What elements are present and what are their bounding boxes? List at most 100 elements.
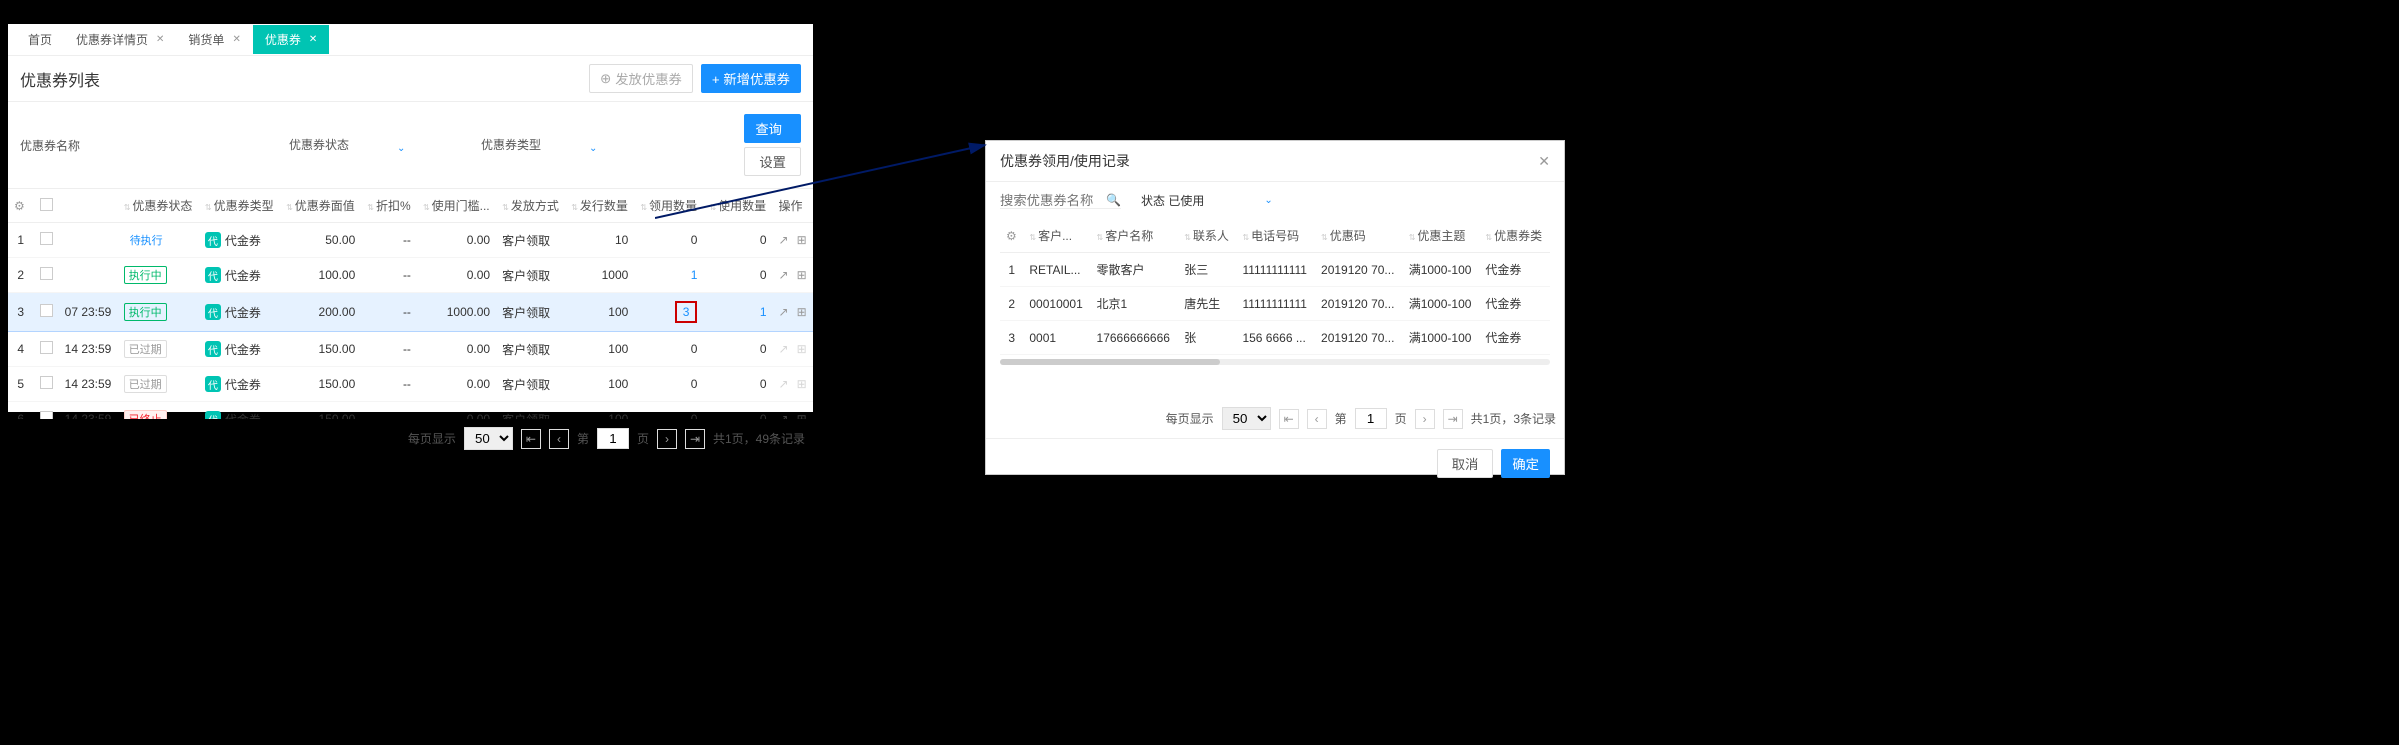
col-contact[interactable]: ⇅联系人	[1178, 219, 1236, 253]
status-badge: 执行中	[124, 266, 167, 284]
tab-首页[interactable]: 首页	[16, 25, 64, 54]
usage-table: ⚙ ⇅客户... ⇅客户名称 ⇅联系人 ⇅电话号码 ⇅优惠码 ⇅优惠主题 ⇅优惠…	[1000, 219, 1550, 355]
modal-per-page-select[interactable]: 50	[1222, 407, 1271, 430]
filter-type-select[interactable]: ⌄	[549, 143, 649, 154]
row-checkbox[interactable]	[40, 232, 53, 245]
type-badge-icon: 代	[205, 304, 221, 320]
col-use[interactable]: ⇅使用数量	[703, 189, 772, 223]
claim-link[interactable]: 1	[691, 268, 698, 282]
type-badge-icon: 代	[205, 341, 221, 357]
filter-name-input[interactable]	[88, 138, 265, 154]
row-checkbox[interactable]	[40, 411, 53, 419]
type-badge-icon: 代	[205, 267, 221, 283]
row-checkbox[interactable]	[40, 341, 53, 354]
checkbox-icon[interactable]	[40, 198, 53, 211]
export-icon[interactable]: ↗	[779, 233, 789, 247]
col-subject[interactable]: ⇅优惠主题	[1403, 219, 1480, 253]
qr-icon[interactable]: ⊞	[797, 268, 807, 282]
chevron-down-icon: ⌄	[397, 143, 405, 154]
table-row[interactable]: 4 14 23:59 已过期 代代金券 150.00 -- 0.00 客户领取 …	[8, 332, 813, 367]
export-icon: ↗	[779, 377, 789, 391]
col-claim[interactable]: ⇅领用数量	[634, 189, 703, 223]
search-icon[interactable]: 🔍	[1106, 193, 1121, 207]
col-code[interactable]: ⇅优惠码	[1315, 219, 1403, 253]
close-icon[interactable]: ✕	[156, 34, 164, 45]
modal-next-page[interactable]: ›	[1415, 409, 1435, 429]
confirm-button[interactable]: 确定	[1501, 449, 1550, 478]
col-threshold[interactable]: ⇅使用门槛...	[417, 189, 496, 223]
modal-title: 优惠券领用/使用记录	[1000, 151, 1130, 171]
next-page-button[interactable]: ›	[657, 429, 677, 449]
row-checkbox[interactable]	[40, 267, 53, 280]
modal-status-select[interactable]: 已使用 ⌄	[1168, 192, 1272, 209]
export-icon: ↗	[779, 412, 789, 419]
chevron-down-icon: ⌄	[1264, 195, 1272, 206]
status-badge: 执行中	[124, 303, 167, 321]
status-badge: 已终止	[124, 410, 167, 419]
type-badge-icon: 代	[205, 376, 221, 392]
col-type[interactable]: ⇅优惠券类型	[199, 189, 280, 223]
col-phone[interactable]: ⇅电话号码	[1236, 219, 1315, 253]
first-page-button[interactable]: ⇤	[521, 429, 541, 449]
col-issue[interactable]: ⇅发行数量	[565, 189, 634, 223]
per-page-select[interactable]: 50	[464, 427, 513, 450]
col-cust-code[interactable]: ⇅客户...	[1023, 219, 1090, 253]
qr-icon[interactable]: ⊞	[797, 233, 807, 247]
table-row[interactable]: 2 执行中 代代金券 100.00 -- 0.00 客户领取 1000 1 0 …	[8, 258, 813, 293]
col-type[interactable]: ⇅优惠券类	[1479, 219, 1550, 253]
col-check[interactable]	[34, 189, 59, 223]
add-coupon-button[interactable]: + 新增优惠券	[701, 64, 801, 93]
cancel-button[interactable]: 取消	[1437, 449, 1494, 478]
query-button[interactable]: 查询	[744, 114, 801, 143]
settings-button[interactable]: 设置	[744, 147, 801, 176]
pagination-summary: 共1页，49条记录	[713, 430, 805, 447]
col-discount[interactable]: ⇅折扣%	[361, 189, 417, 223]
close-icon[interactable]: ✕	[232, 34, 240, 45]
modal-first-page[interactable]: ⇤	[1279, 409, 1299, 429]
tab-销货单[interactable]: 销货单✕	[176, 25, 252, 54]
table-row[interactable]: 5 14 23:59 已过期 代代金券 150.00 -- 0.00 客户领取 …	[8, 367, 813, 402]
table-row[interactable]: 2 00010001 北京1 唐先生 11111111111 2019120 7…	[1000, 287, 1550, 321]
status-badge: 待执行	[124, 231, 169, 249]
col-gear[interactable]: ⚙	[1000, 219, 1023, 253]
table-row[interactable]: 1 RETAIL... 零散客户 张三 11111111111 2019120 …	[1000, 253, 1550, 287]
prev-page-button[interactable]: ‹	[549, 429, 569, 449]
page-title: 优惠券列表	[20, 67, 100, 91]
col-cust-name[interactable]: ⇅客户名称	[1091, 219, 1179, 253]
export-icon[interactable]: ↗	[779, 268, 789, 282]
modal-last-page[interactable]: ⇥	[1443, 409, 1463, 429]
qr-icon[interactable]: ⊞	[797, 305, 807, 319]
horizontal-scrollbar[interactable]	[1000, 359, 1550, 365]
modal-pagination: 每页显示 50 ⇤ ‹ 第 页 › ⇥ 共1页，3条记录	[986, 399, 1564, 438]
tab-优惠券详情页[interactable]: 优惠券详情页✕	[64, 25, 176, 54]
modal-search-input[interactable]	[1000, 193, 1100, 208]
tab-优惠券[interactable]: 优惠券✕	[253, 25, 329, 54]
qr-icon: ⊞	[797, 377, 807, 391]
table-row[interactable]: 1 待执行 代代金券 50.00 -- 0.00 客户领取 10 0 0 ↗⊞	[8, 223, 813, 258]
last-page-button[interactable]: ⇥	[685, 429, 705, 449]
col-face[interactable]: ⇅优惠券面值	[280, 189, 361, 223]
filter-status-select[interactable]: ⌄	[357, 143, 457, 154]
coupon-table: ⚙ ⇅优惠券状态 ⇅优惠券类型 ⇅优惠券面值 ⇅折扣% ⇅使用门槛... ⇅发放…	[8, 189, 813, 419]
table-row[interactable]: 3 0001 17666666666 张 156 6666 ... 201912…	[1000, 321, 1550, 355]
qr-icon: ⊞	[797, 342, 807, 356]
table-row[interactable]: 3 07 23:59 执行中 代代金券 200.00 -- 1000.00 客户…	[8, 293, 813, 332]
qr-icon: ⊞	[797, 412, 807, 419]
modal-page-input[interactable]	[1355, 408, 1387, 429]
col-status[interactable]: ⇅优惠券状态	[118, 189, 199, 223]
modal-prev-page[interactable]: ‹	[1307, 409, 1327, 429]
export-icon[interactable]: ↗	[779, 305, 789, 319]
use-link[interactable]: 1	[760, 305, 767, 319]
col-method[interactable]: ⇅发放方式	[496, 189, 565, 223]
col-gear[interactable]: ⚙	[8, 189, 34, 223]
page-header: 优惠券列表 ⊕发放优惠券 + 新增优惠券	[8, 56, 813, 102]
close-icon[interactable]: ✕	[1538, 153, 1550, 170]
close-icon[interactable]: ✕	[309, 34, 317, 45]
page-input[interactable]	[597, 428, 629, 449]
row-checkbox[interactable]	[40, 304, 53, 317]
status-badge: 已过期	[124, 340, 167, 358]
claim-link[interactable]: 3	[683, 305, 690, 319]
gear-icon: ⚙	[1006, 229, 1017, 243]
row-checkbox[interactable]	[40, 376, 53, 389]
table-row[interactable]: 6 14 23:59 已终止 代代金券 150.00 -- 0.00 客户领取 …	[8, 402, 813, 420]
